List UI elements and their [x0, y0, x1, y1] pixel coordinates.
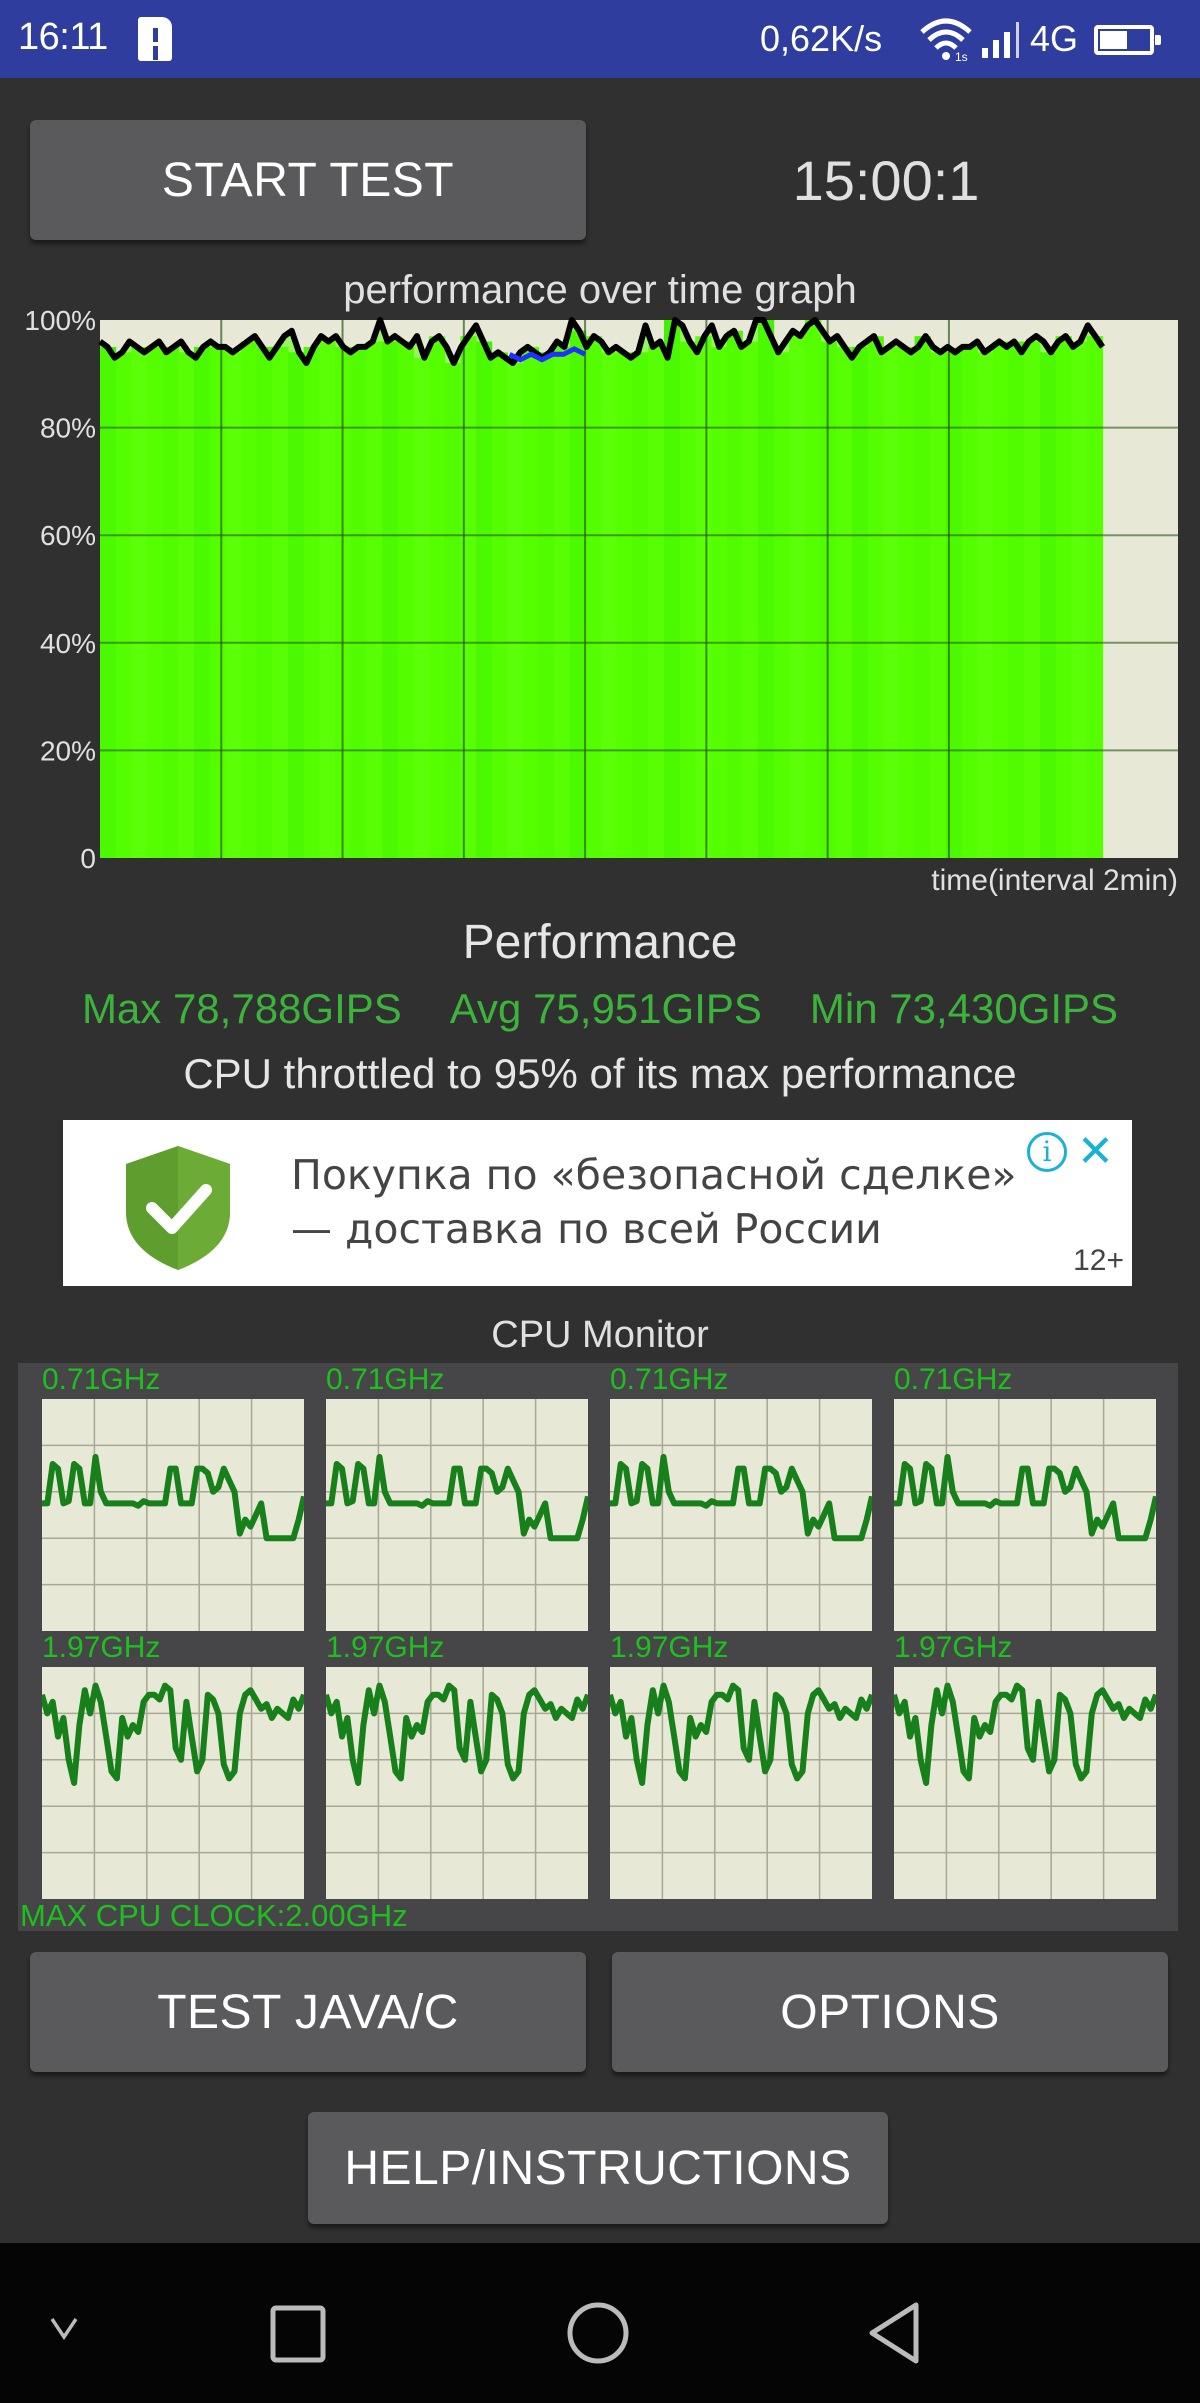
- navigation-bar: [0, 2243, 1200, 2403]
- core-load-graph: [326, 1399, 588, 1631]
- info-icon[interactable]: i: [1027, 1132, 1067, 1172]
- core-load-line: [894, 1454, 1156, 1542]
- core-load-line: [42, 1682, 304, 1786]
- core-frequency: 0.71GHz: [326, 1363, 445, 1396]
- age-rating: 12+: [1073, 1244, 1124, 1277]
- ad-banner[interactable]: Покупка по «безопасной сделке» — доставк…: [63, 1120, 1132, 1286]
- x-axis-label: time(interval 2min): [931, 864, 1178, 897]
- core-load-graph: [894, 1399, 1156, 1631]
- core-load-line: [610, 1454, 872, 1542]
- y-tick-label: 20%: [40, 735, 96, 766]
- close-icon[interactable]: ✕: [1077, 1126, 1114, 1177]
- status-time: 16:11: [18, 16, 108, 58]
- core-load-graph: [610, 1667, 872, 1899]
- core-frequency: 0.71GHz: [42, 1363, 161, 1396]
- avg-gips: Avg 75,951GIPS: [449, 985, 762, 1032]
- network-type: 4G: [1030, 18, 1079, 59]
- core-frequency: 1.97GHz: [610, 1631, 729, 1664]
- core-load-graph: [894, 1667, 1156, 1899]
- core-load-line: [42, 1454, 304, 1542]
- performance-fill: [100, 320, 1104, 858]
- status-bar: 16:11 0,62K/s 1s 4G: [0, 0, 1200, 78]
- y-tick-label: 80%: [40, 413, 96, 444]
- help-instructions-button[interactable]: HELP/INSTRUCTIONS: [308, 2112, 888, 2224]
- svg-text:1s: 1s: [955, 50, 968, 62]
- ad-text[interactable]: Покупка по «безопасной сделке» — доставк…: [291, 1148, 1017, 1256]
- y-tick-label: 0: [80, 843, 96, 874]
- core-frequency: 1.97GHz: [42, 1631, 161, 1664]
- sim-card-alert-icon: [138, 17, 172, 61]
- max-gips: Max 78,788GIPS: [81, 985, 402, 1032]
- recents-square-icon[interactable]: [268, 2303, 328, 2365]
- core-load-line: [326, 1454, 588, 1542]
- min-gips: Min 73,430GIPS: [809, 985, 1119, 1032]
- max-cpu-clock: MAX CPU CLOCK:2.00GHz: [20, 1898, 408, 1933]
- throttle-message: CPU throttled to 95% of its max performa…: [183, 1050, 1017, 1097]
- shield-check-icon: [126, 1146, 230, 1270]
- performance-heading: Performance: [462, 916, 738, 969]
- performance-graph: 0 20% 40% 60% 80% 100%: [24, 305, 1178, 874]
- start-test-button[interactable]: START TEST: [30, 120, 586, 240]
- y-tick-label: 40%: [40, 628, 96, 659]
- core-frequency: 1.97GHz: [326, 1631, 445, 1664]
- core-frequency: 1.97GHz: [894, 1631, 1013, 1664]
- network-speed: 0,62K/s: [760, 18, 883, 59]
- core-load-graph: [42, 1399, 304, 1631]
- test-java-c-button[interactable]: TEST JAVA/C: [30, 1952, 586, 2072]
- ad-line-1: Покупка по «безопасной сделке»: [291, 1151, 1017, 1199]
- ad-line-2: — доставка по всей России: [291, 1205, 882, 1253]
- chevron-down-icon[interactable]: [48, 2313, 80, 2343]
- core-load-line: [326, 1682, 588, 1786]
- core-load-graph: [42, 1667, 304, 1899]
- y-tick-label: 100%: [24, 305, 96, 336]
- cellular-signal-icon: [982, 22, 1019, 58]
- cpu-monitor-panel: 0.71GHz 0.71GHz 0.71GHz 0.71GHz 1.97GHz 1.97G…: [18, 1363, 1178, 1931]
- core-frequency: 0.71GHz: [894, 1363, 1013, 1396]
- performance-area: [100, 320, 1103, 858]
- home-circle-icon[interactable]: [564, 2299, 632, 2367]
- battery-icon: [1094, 25, 1161, 55]
- core-load-line: [894, 1682, 1156, 1786]
- core-frequency: 0.71GHz: [610, 1363, 729, 1396]
- core-load-line: [610, 1682, 872, 1786]
- back-triangle-icon[interactable]: [864, 2299, 924, 2367]
- wifi-icon: 1s: [920, 18, 972, 62]
- options-button[interactable]: OPTIONS: [612, 1952, 1168, 2072]
- y-axis-labels: 0 20% 40% 60% 80% 100%: [24, 305, 96, 874]
- core-load-graph: [610, 1399, 872, 1631]
- test-timer: 15:00:1: [792, 149, 980, 212]
- performance-stats: Max 78,788GIPS Avg 75,951GIPS Min 73,430…: [0, 985, 1200, 1033]
- cpu-monitor-title: CPU Monitor: [491, 1314, 709, 1356]
- y-tick-label: 60%: [40, 520, 96, 551]
- core-load-graph: [326, 1667, 588, 1899]
